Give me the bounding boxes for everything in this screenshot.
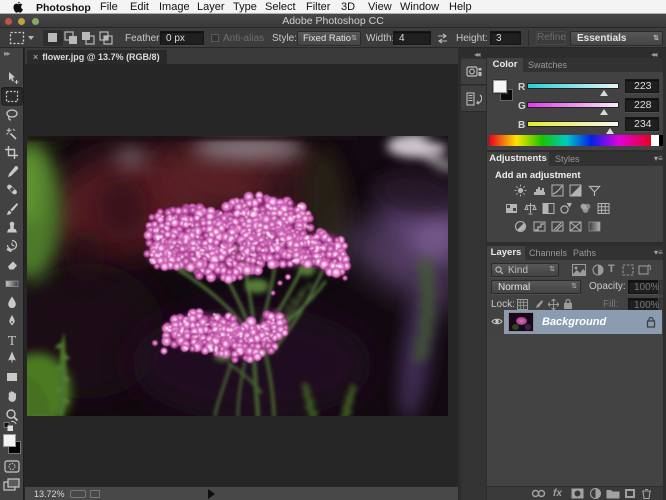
svg-text:T: T: [8, 333, 17, 347]
